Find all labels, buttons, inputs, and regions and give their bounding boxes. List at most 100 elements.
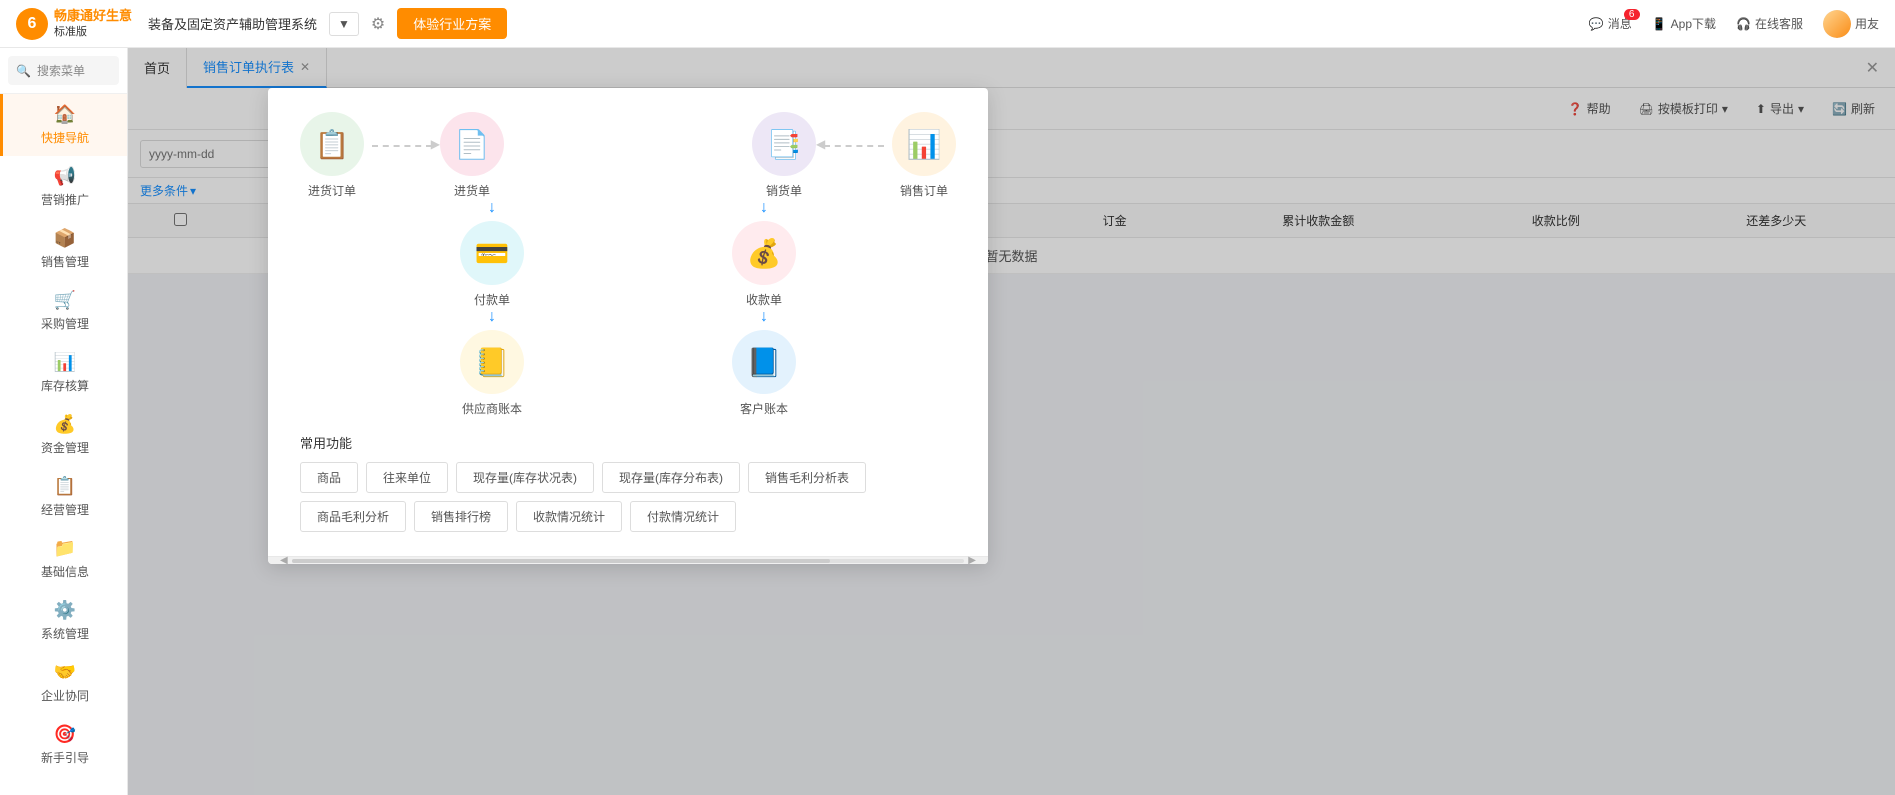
phone-icon: 📱 [1652, 17, 1667, 31]
flow-node-supplier-ledger[interactable]: 📒 供应商账本 [428, 330, 556, 417]
sidebar-search: 🔍 搜索菜单 [0, 48, 127, 94]
sidebar-item-enterprise[interactable]: 🤝 企业协同 [0, 652, 127, 714]
right-spacer [828, 199, 956, 217]
flow-left-group: 📋 进货订单 ▶ [300, 112, 504, 199]
r2-right-sp [828, 308, 956, 326]
system-dropdown[interactable]: ▼ [329, 12, 359, 36]
sidebar-item-finance[interactable]: 💰 资金管理 [0, 404, 127, 466]
avatar [1823, 10, 1851, 38]
main-area: 🔍 搜索菜单 🏠 快捷导航 📢 营销推广 📦 销售管理 🛒 采购管理 [0, 48, 1895, 795]
operation-icon: 📋 [54, 476, 76, 497]
func-btn-payment-stat[interactable]: 付款情况统计 [630, 501, 736, 532]
flow-arrows-down-row1: ↓ ↓ [300, 199, 956, 217]
message-item[interactable]: 💬 消息 6 [1589, 15, 1632, 32]
func-btn-sales-rank[interactable]: 销售排行榜 [414, 501, 508, 532]
flow-node-payment-bill[interactable]: 💳 付款单 [428, 221, 556, 308]
system-icon: ⚙️ [54, 600, 76, 621]
sidebar-label-inventory: 库存核算 [41, 377, 89, 394]
sidebar-item-quick-nav[interactable]: 🏠 快捷导航 [0, 94, 127, 156]
arrow-sales-order-to-bill: ◀ [824, 145, 884, 167]
trial-button[interactable]: 体验行业方案 [397, 8, 507, 39]
home-icon: 🏠 [54, 104, 76, 125]
brand-version: 标准版 [54, 25, 132, 39]
func-btn-sales-margin[interactable]: 销售毛利分析表 [748, 462, 866, 493]
service-icon: 🎧 [1736, 17, 1751, 31]
func-btn-product-margin[interactable]: 商品毛利分析 [300, 501, 406, 532]
top-right: 💬 消息 6 📱 App下载 🎧 在线客服 用友 [1589, 10, 1879, 38]
sidebar-item-basic-info[interactable]: 📁 基础信息 [0, 528, 127, 590]
flow-right-group: 📑 销货单 ◀ [752, 112, 956, 199]
supplier-ledger-circle: 📒 [460, 330, 524, 394]
row3-mid-spacer [556, 330, 700, 417]
settings-icon[interactable]: ⚙ [371, 14, 385, 34]
logo-icon: 6 [16, 8, 48, 40]
modal-scrollbar: ◀ ▶ [268, 556, 988, 564]
flow-row-3: 📒 供应商账本 📘 客户账本 [300, 330, 956, 417]
scrollbar-left-arrow[interactable]: ◀ [276, 555, 292, 564]
receipt-bill-label: 收款单 [746, 291, 782, 308]
sidebar-item-inventory[interactable]: 📊 库存核算 [0, 342, 127, 404]
func-btn-stock-status[interactable]: 现存量(库存状况表) [456, 462, 594, 493]
app-download-label: App下载 [1671, 15, 1716, 32]
sidebar-item-operation[interactable]: 📋 经营管理 [0, 466, 127, 528]
func-btn-partner[interactable]: 往来单位 [366, 462, 448, 493]
sidebar-item-purchase[interactable]: 🛒 采购管理 [0, 280, 127, 342]
row3-right-spacer [828, 330, 956, 417]
payment-bill-circle: 💳 [460, 221, 524, 285]
sales-icon: 📦 [54, 228, 76, 249]
row2-mid-spacer [556, 221, 700, 308]
scrollbar-thumb[interactable] [292, 559, 830, 563]
inventory-icon: 📊 [54, 352, 76, 373]
sidebar-item-system[interactable]: ⚙️ 系统管理 [0, 590, 127, 652]
app-download-item[interactable]: 📱 App下载 [1652, 15, 1716, 32]
sidebar-item-guide[interactable]: 🎯 新手引导 [0, 714, 127, 776]
flow-node-customer-ledger[interactable]: 📘 客户账本 [700, 330, 828, 417]
purchase-bill-circle: 📄 [440, 112, 504, 176]
func-buttons: 商品 往来单位 现存量(库存状况表) 现存量(库存分布表) 销售毛利分析表 商品… [300, 462, 956, 532]
flow-row-1: 📋 进货订单 ▶ [300, 112, 956, 199]
sidebar: 🔍 搜索菜单 🏠 快捷导航 📢 营销推广 📦 销售管理 🛒 采购管理 [0, 48, 128, 795]
func-btn-receipt-stat[interactable]: 收款情况统计 [516, 501, 622, 532]
purchase-order-circle: 📋 [300, 112, 364, 176]
sales-order-circle: 📊 [892, 112, 956, 176]
row2-left-spacer [300, 221, 428, 308]
app-wrapper: 6 畅康通好生意 标准版 装备及固定资产辅助管理系统 ▼ ⚙ 体验行业方案 💬 … [0, 0, 1895, 795]
logo-text: 畅康通好生意 标准版 [54, 8, 132, 39]
flow-node-sales-bill[interactable]: 📑 销货单 [752, 112, 816, 199]
user-name: 用友 [1855, 15, 1879, 32]
supplier-ledger-label: 供应商账本 [462, 400, 522, 417]
sales-bill-label: 销货单 [766, 182, 802, 199]
func-btn-product[interactable]: 商品 [300, 462, 358, 493]
sidebar-label-marketing: 营销推广 [41, 191, 89, 208]
sales-bill-down-arrow: ↓ [700, 199, 828, 217]
online-service-item[interactable]: 🎧 在线客服 [1736, 15, 1803, 32]
guide-icon: 🎯 [54, 724, 76, 745]
sidebar-label-basic-info: 基础信息 [41, 563, 89, 580]
scrollbar-right-arrow[interactable]: ▶ [964, 555, 980, 564]
online-service-label: 在线客服 [1755, 15, 1803, 32]
sidebar-label-quick-nav: 快捷导航 [41, 129, 89, 146]
content-area: 首页 销售订单执行表 ✕ ✕ ❓ 帮助 🖨 按模板打印 [128, 48, 1895, 795]
flow-node-sales-order[interactable]: 📊 销售订单 [892, 112, 956, 199]
scrollbar-track[interactable] [292, 559, 965, 563]
sidebar-item-marketing[interactable]: 📢 营销推广 [0, 156, 127, 218]
mid-spacer [556, 199, 700, 217]
user-item[interactable]: 用友 [1823, 10, 1879, 38]
sidebar-label-guide: 新手引导 [41, 749, 89, 766]
flow-row-2: 💳 付款单 💰 收款单 [300, 221, 956, 308]
finance-icon: 💰 [54, 414, 76, 435]
flow-node-receipt-bill[interactable]: 💰 收款单 [700, 221, 828, 308]
search-menu-button[interactable]: 🔍 搜索菜单 [8, 56, 119, 85]
flow-node-purchase-order[interactable]: 📋 进货订单 [300, 112, 364, 199]
sidebar-label-purchase: 采购管理 [41, 315, 89, 332]
row2-right-spacer [828, 221, 956, 308]
marketing-icon: 📢 [54, 166, 76, 187]
func-btn-stock-dist[interactable]: 现存量(库存分布表) [602, 462, 740, 493]
flow-node-purchase-bill[interactable]: 📄 进货单 [440, 112, 504, 199]
message-badge: 6 [1624, 9, 1640, 20]
common-func-title: 常用功能 [300, 433, 956, 452]
row3-left-spacer [300, 330, 428, 417]
purchase-order-icon: 📋 [315, 128, 350, 161]
sidebar-item-sales[interactable]: 📦 销售管理 [0, 218, 127, 280]
search-menu-label: 搜索菜单 [37, 62, 85, 79]
